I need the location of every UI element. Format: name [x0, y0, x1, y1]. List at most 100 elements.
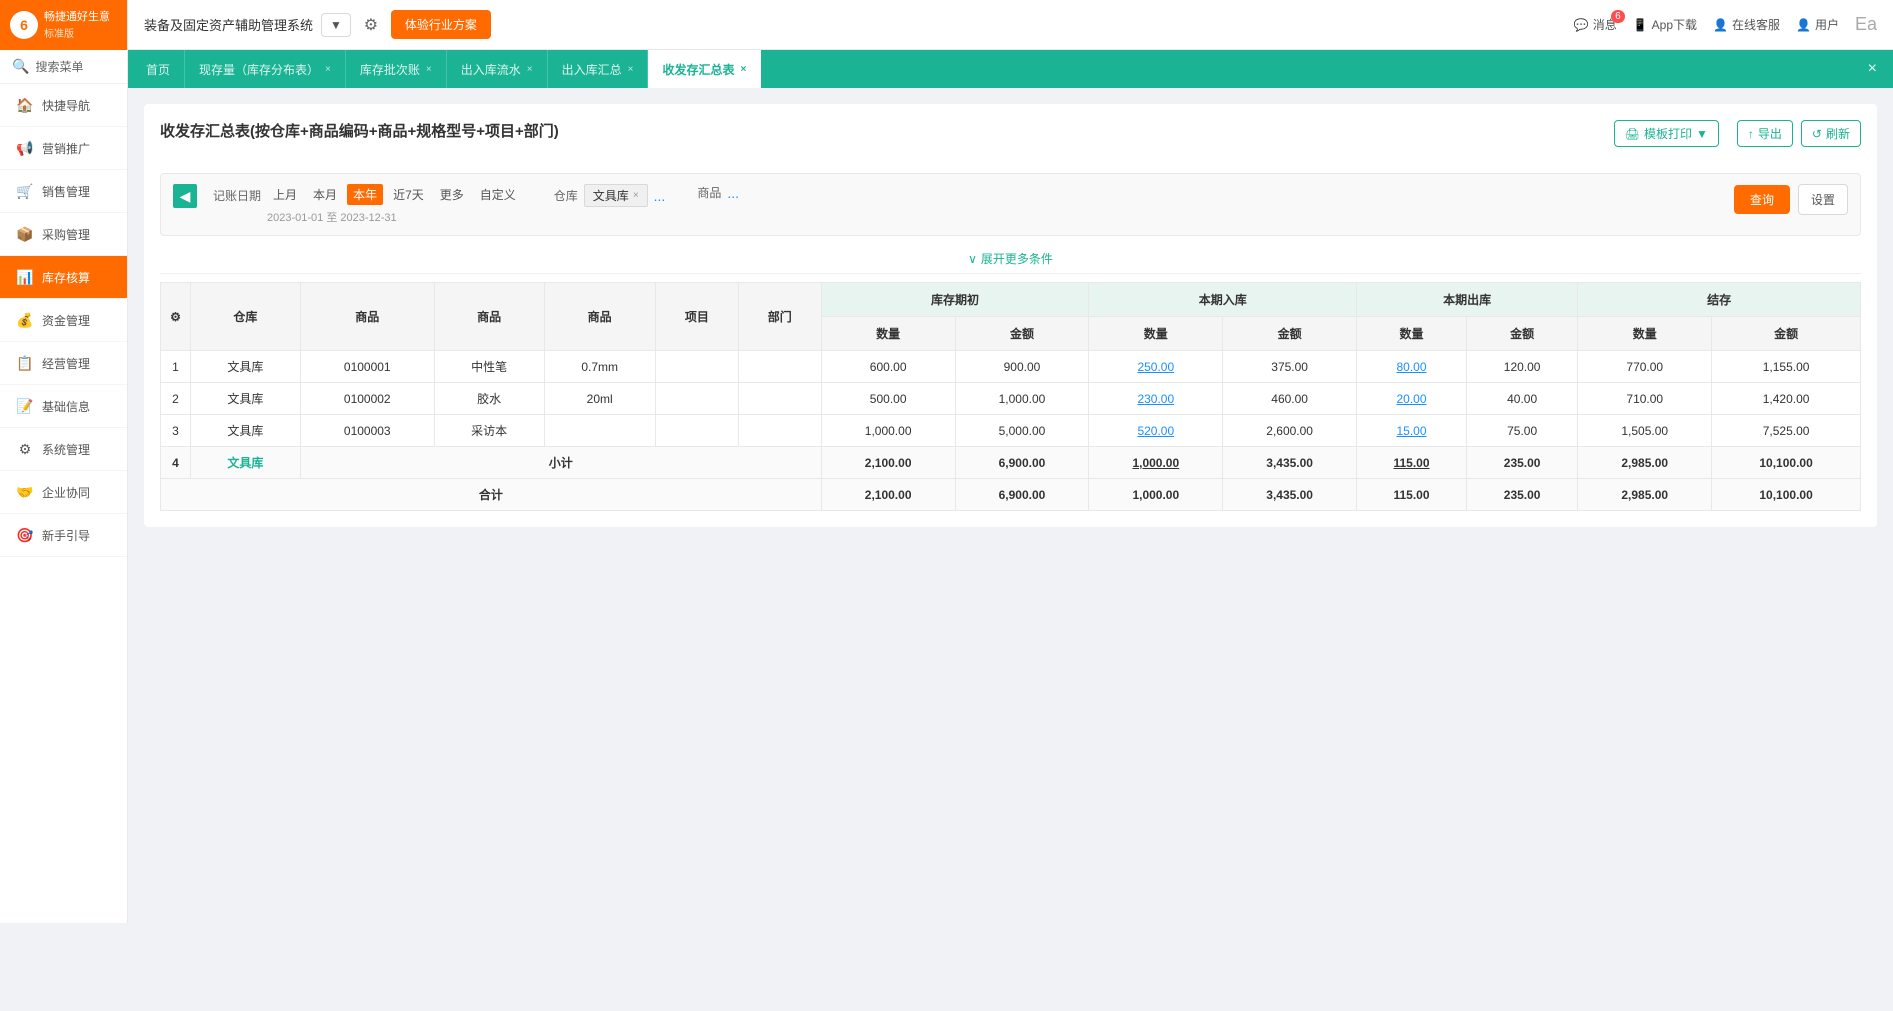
row-out-qty[interactable]: 20.00 [1357, 383, 1467, 415]
th-in-qty: 数量 [1089, 317, 1223, 351]
page-header-actions: 🖨 模板打印 ▼ ↑ 导出 ↺ 刷新 [1614, 120, 1861, 147]
row-out-qty[interactable]: 15.00 [1357, 415, 1467, 447]
table-row: 3 文具库 0100003 采访本 1,000.00 5,000.00 520.… [161, 415, 1861, 447]
tab-inventory_dist[interactable]: 现存量（库存分布表）× [185, 50, 346, 88]
expand-conditions-button[interactable]: ∨ 展开更多条件 [968, 250, 1053, 267]
search-icon: 🔍 [12, 58, 29, 75]
sidebar-item-search[interactable]: 🔍搜索菜单 [0, 50, 127, 84]
online-service-label: 在线客服 [1732, 16, 1780, 33]
sidebar: 6 畅捷通好生意 标准版 🔍搜索菜单🏠快捷导航📢营销推广🛒销售管理📦采购管理📊库… [0, 0, 128, 923]
total-out-qty: 115.00 [1357, 479, 1467, 511]
row-in-qty[interactable]: 230.00 [1089, 383, 1223, 415]
custom-date-button[interactable]: 自定义 [474, 184, 522, 205]
row-bal-qty: 1,505.00 [1578, 415, 1712, 447]
date-options-block: 上月 本月 本年 近7天 更多 自定义 2023-01-01 至 2023-12… [267, 184, 522, 225]
close-all-tabs-button[interactable]: × [1856, 50, 1889, 88]
subtotal-open-qty: 2,100.00 [821, 447, 955, 479]
filter-toggle-section: ◀ [173, 184, 197, 208]
row-in-qty[interactable]: 250.00 [1089, 351, 1223, 383]
total-in-amt: 3,435.00 [1223, 479, 1357, 511]
sidebar-item-inventory[interactable]: 📊库存核算 [0, 256, 127, 299]
row-spec [544, 415, 655, 447]
app-download-label: App下载 [1652, 16, 1697, 33]
last-7days-button[interactable]: 近7天 [387, 184, 430, 205]
service-icon: 👤 [1713, 18, 1728, 32]
tab-home[interactable]: 首页 [132, 50, 185, 88]
subtotal-out-amt: 235.00 [1466, 447, 1577, 479]
sidebar-item-finance[interactable]: 💰资金管理 [0, 299, 127, 342]
refresh-button[interactable]: ↺ 刷新 [1801, 120, 1861, 147]
messages-badge: 6 [1611, 10, 1625, 23]
row-name: 采访本 [434, 415, 544, 447]
row-code: 0100003 [300, 415, 434, 447]
sidebar-item-purchase[interactable]: 📦采购管理 [0, 213, 127, 256]
row-open-qty: 600.00 [821, 351, 955, 383]
subtotal-label: 小计 [300, 447, 821, 479]
template-print-button[interactable]: 🖨 模板打印 ▼ [1614, 120, 1719, 147]
sidebar-item-basic_info[interactable]: 📝基础信息 [0, 385, 127, 428]
sidebar-item-sales[interactable]: 🛒销售管理 [0, 170, 127, 213]
warehouse-tag-文具库[interactable]: 文具库 × [584, 184, 648, 207]
tab-close-icon[interactable]: × [426, 64, 432, 75]
logo-text-block: 畅捷通好生意 标准版 [44, 10, 110, 40]
this-year-button[interactable]: 本年 [347, 184, 383, 205]
th-balance-group: 结存 [1578, 283, 1861, 317]
logo-icon: 6 [10, 11, 38, 39]
row-warehouse: 文具库 [191, 415, 301, 447]
goods-more-button[interactable]: ... [727, 185, 739, 201]
try-industry-button[interactable]: 体验行业方案 [391, 10, 491, 39]
sidebar-item-new_guide[interactable]: 🎯新手引导 [0, 514, 127, 557]
sidebar-item-system[interactable]: ⚙系统管理 [0, 428, 127, 471]
settings-gear-icon[interactable]: ⚙ [359, 13, 383, 37]
export-button[interactable]: ↑ 导出 [1737, 120, 1793, 147]
messages-button[interactable]: 💬 消息 6 [1574, 16, 1617, 33]
settings-button[interactable]: 设置 [1798, 184, 1848, 215]
this-month-button[interactable]: 本月 [307, 184, 343, 205]
topbar-expand-icon[interactable]: Ea [1855, 14, 1877, 35]
system-dropdown[interactable]: ▼ [321, 13, 351, 37]
total-open-qty: 2,100.00 [821, 479, 955, 511]
filter-toggle-button[interactable]: ◀ [173, 184, 197, 208]
tab-batch[interactable]: 库存批次账× [346, 50, 447, 88]
tab-label: 出入库流水 [461, 61, 521, 78]
app-download-button[interactable]: 📱 App下载 [1633, 16, 1697, 33]
th-goods-spec: 商品 [544, 283, 655, 351]
tab-inout_flow[interactable]: 出入库流水 × [447, 50, 548, 88]
th-project: 项目 [655, 283, 738, 351]
tab-close-icon[interactable]: × [740, 64, 746, 75]
sidebar-item-operations[interactable]: 📋经营管理 [0, 342, 127, 385]
tab-close-icon[interactable]: × [325, 64, 331, 75]
user-button[interactable]: 👤 用户 [1796, 16, 1839, 33]
online-service-button[interactable]: 👤 在线客服 [1713, 16, 1780, 33]
row-out-qty[interactable]: 80.00 [1357, 351, 1467, 383]
total-bal-qty: 2,985.00 [1578, 479, 1712, 511]
th-open-amt: 金额 [955, 317, 1089, 351]
th-goods-name: 商品 [434, 283, 544, 351]
table-row: 2 文具库 0100002 胶水 20ml 500.00 1,000.00 23… [161, 383, 1861, 415]
more-date-button[interactable]: 更多 [434, 184, 470, 205]
cooperation-icon: 🤝 [16, 483, 34, 501]
tab-recv_send[interactable]: 收发存汇总表× [648, 50, 761, 88]
total-label: 合计 [161, 479, 822, 511]
tab-close-icon[interactable]: × [628, 64, 634, 75]
warehouse-tag-close-icon[interactable]: × [633, 190, 639, 201]
last-month-button[interactable]: 上月 [267, 184, 303, 205]
goods-filter-label: 商品 [697, 184, 721, 201]
sidebar-item-cooperation[interactable]: 🤝企业协同 [0, 471, 127, 514]
row-in-qty[interactable]: 520.00 [1089, 415, 1223, 447]
tab-inout_summary[interactable]: 出入库汇总× [548, 50, 649, 88]
total-open-amt: 6,900.00 [955, 479, 1089, 511]
new_guide-icon: 🎯 [16, 526, 34, 544]
row-open-amt: 5,000.00 [955, 415, 1089, 447]
th-gear[interactable]: ⚙ [161, 283, 191, 351]
row-warehouse: 文具库 [191, 351, 301, 383]
sidebar-item-quick_nav[interactable]: 🏠快捷导航 [0, 84, 127, 127]
row-dept [738, 383, 821, 415]
subtotal-bal-amt: 10,100.00 [1712, 447, 1861, 479]
row-open-qty: 500.00 [821, 383, 955, 415]
query-button[interactable]: 查询 [1734, 185, 1790, 214]
tab-close-icon[interactable]: × [527, 64, 533, 75]
warehouse-more-button[interactable]: ... [654, 188, 666, 204]
sidebar-item-marketing[interactable]: 📢营销推广 [0, 127, 127, 170]
th-open-qty: 数量 [821, 317, 955, 351]
